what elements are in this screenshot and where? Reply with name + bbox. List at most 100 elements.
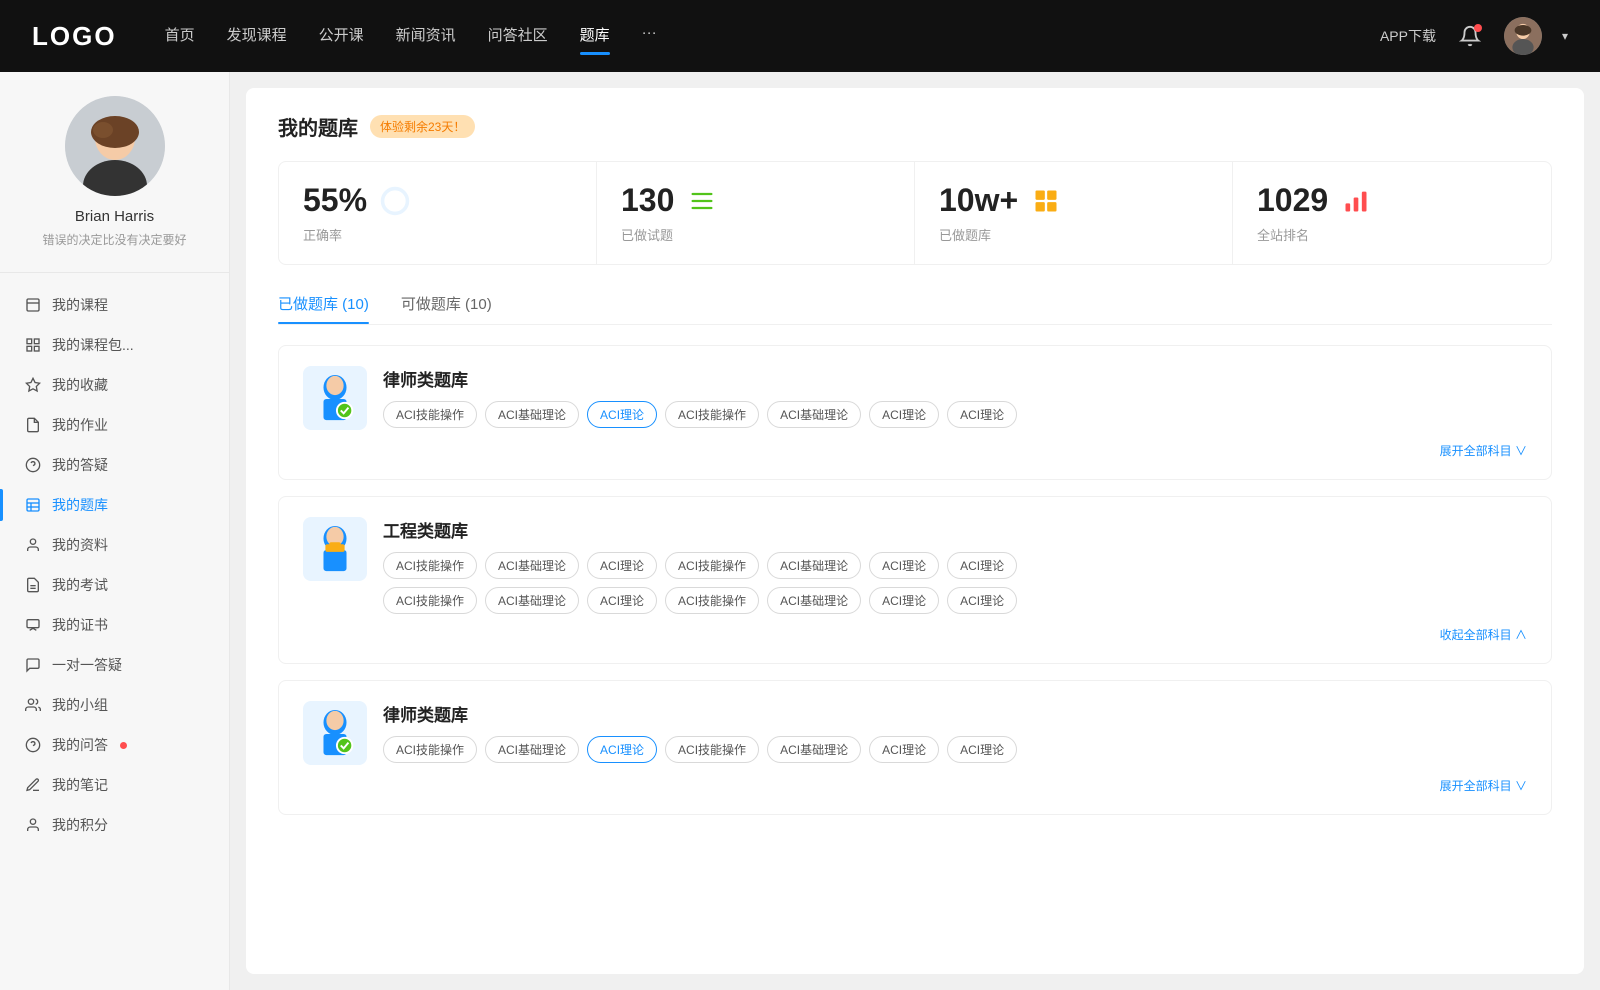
- qbank-tag[interactable]: ACI理论: [869, 587, 939, 614]
- menu-icon: [24, 696, 42, 714]
- menu-item-label: 我的题库: [52, 495, 108, 515]
- qbank-tag[interactable]: ACI理论: [947, 736, 1017, 763]
- qbank-card: 律师类题库ACI技能操作ACI基础理论ACI理论ACI技能操作ACI基础理论AC…: [278, 680, 1552, 815]
- menu-item-label: 我的考试: [52, 575, 108, 595]
- tab-item[interactable]: 已做题库 (10): [278, 293, 369, 324]
- qbank-name: 工程类题库: [383, 517, 1527, 542]
- page-title-row: 我的题库 体验剩余23天！: [278, 112, 1552, 141]
- qbank-tag[interactable]: ACI理论: [587, 552, 657, 579]
- user-menu-chevron[interactable]: ▾: [1562, 29, 1568, 43]
- menu-icon: [24, 296, 42, 314]
- qbank-tag[interactable]: ACI技能操作: [665, 401, 759, 428]
- sidebar-menu-item[interactable]: 我的课程: [0, 285, 229, 325]
- stat-icon: [377, 183, 413, 219]
- qbank-expand[interactable]: 展开全部科目 ∨: [303, 442, 1527, 459]
- menu-icon: [24, 736, 42, 754]
- qbank-tag[interactable]: ACI基础理论: [767, 587, 861, 614]
- qbank-tag[interactable]: ACI理论: [947, 587, 1017, 614]
- sidebar-menu-item[interactable]: 我的收藏: [0, 365, 229, 405]
- qbank-icon: [303, 366, 367, 430]
- stat-card: 10w+已做题库: [915, 162, 1233, 264]
- qbank-tag[interactable]: ACI基础理论: [485, 552, 579, 579]
- navbar-nav-item[interactable]: 问答社区: [488, 24, 548, 49]
- qbank-tag[interactable]: ACI理论: [869, 552, 939, 579]
- qbank-tag[interactable]: ACI理论: [947, 401, 1017, 428]
- menu-icon: [24, 416, 42, 434]
- sidebar-menu-item[interactable]: 我的小组: [0, 685, 229, 725]
- page-title: 我的题库: [278, 112, 358, 141]
- navbar-nav-item[interactable]: 公开课: [319, 24, 364, 49]
- menu-item-label: 我的课程: [52, 295, 108, 315]
- stat-value: 130: [621, 182, 674, 219]
- navbar-nav-item[interactable]: 首页: [165, 24, 195, 49]
- qbank-expand[interactable]: 展开全部科目 ∨: [303, 777, 1527, 794]
- qbank-name: 律师类题库: [383, 366, 1527, 391]
- tabs-row: 已做题库 (10) 可做题库 (10): [278, 293, 1552, 325]
- sidebar-menu: 我的课程我的课程包... 我的收藏我的作业我的答疑我的题库我的资料我的考试我的证书…: [0, 285, 229, 845]
- sidebar-profile: Brian Harris 错误的决定比没有决定要好: [0, 96, 229, 273]
- qbank-tag[interactable]: ACI理论: [869, 401, 939, 428]
- qbank-tags: ACI技能操作 ACI基础理论 ACI理论 ACI技能操作 ACI基础理论 ACI理论 AC…: [383, 401, 1527, 428]
- qbank-tag[interactable]: ACI理论: [947, 552, 1017, 579]
- app-download-link[interactable]: APP下载: [1380, 26, 1436, 46]
- profile-motto: 错误的决定比没有决定要好: [42, 231, 186, 248]
- menu-item-dot: [120, 742, 127, 749]
- navbar-nav-item[interactable]: 发现课程: [227, 24, 287, 49]
- qbank-tag[interactable]: ACI基础理论: [767, 552, 861, 579]
- stat-value: 55%: [303, 182, 367, 219]
- menu-icon: [24, 576, 42, 594]
- sidebar-menu-item[interactable]: 我的资料: [0, 525, 229, 565]
- qbank-tag[interactable]: ACI基础理论: [485, 587, 579, 614]
- tab-item[interactable]: 可做题库 (10): [401, 293, 492, 324]
- qbank-tag[interactable]: ACI理论: [587, 736, 657, 763]
- qbank-tag[interactable]: ACI技能操作: [383, 587, 477, 614]
- sidebar-menu-item[interactable]: 我的问答: [0, 725, 229, 765]
- qbank-tag[interactable]: ACI技能操作: [665, 736, 759, 763]
- qbank-tag[interactable]: ACI技能操作: [383, 736, 477, 763]
- menu-item-label: 我的答疑: [52, 455, 108, 475]
- qbank-tag[interactable]: ACI理论: [869, 736, 939, 763]
- sidebar-menu-item[interactable]: 我的题库: [0, 485, 229, 525]
- menu-item-label: 我的小组: [52, 695, 108, 715]
- menu-item-label: 一对一答疑: [52, 655, 122, 675]
- qbank-card: 工程类题库ACI技能操作ACI基础理论ACI理论ACI技能操作ACI基础理论AC…: [278, 496, 1552, 664]
- sidebar-menu-item[interactable]: 一对一答疑: [0, 645, 229, 685]
- sidebar-menu-item[interactable]: 我的答疑: [0, 445, 229, 485]
- notification-bell[interactable]: [1456, 22, 1484, 50]
- qbank-expand[interactable]: 收起全部科目 ∧: [303, 626, 1527, 643]
- main-layout: Brian Harris 错误的决定比没有决定要好 我的课程我的课程包...我的…: [0, 72, 1600, 990]
- qbank-tag[interactable]: ACI基础理论: [485, 401, 579, 428]
- menu-item-label: 我的问答: [52, 735, 108, 755]
- navbar-nav-item[interactable]: 新闻资讯: [396, 24, 456, 49]
- navbar-right: APP下载 ▾: [1380, 17, 1568, 55]
- navbar-nav-item[interactable]: 题库: [580, 24, 610, 49]
- sidebar-menu-item[interactable]: 我的证书: [0, 605, 229, 645]
- stat-card: 1029全站排名: [1233, 162, 1551, 264]
- navbar-nav-item[interactable]: ···: [642, 24, 657, 49]
- sidebar-menu-item[interactable]: 我的作业: [0, 405, 229, 445]
- qbank-tag[interactable]: ACI基础理论: [767, 736, 861, 763]
- qbank-tag[interactable]: ACI基础理论: [485, 736, 579, 763]
- navbar-nav: 首页 发现课程 公开课 新闻资讯 问答社区 题库 ···: [165, 24, 1380, 49]
- qbank-tags: ACI技能操作 ACI基础理论 ACI理论 ACI技能操作 ACI基础理论 ACI理论 AC…: [383, 552, 1527, 579]
- qbank-tag[interactable]: ACI技能操作: [665, 587, 759, 614]
- avatar[interactable]: [1504, 17, 1542, 55]
- qbank-tag[interactable]: ACI基础理论: [767, 401, 861, 428]
- menu-item-label: 我的收藏: [52, 375, 108, 395]
- qbank-name: 律师类题库: [383, 701, 1527, 726]
- qbank-tag[interactable]: ACI理论: [587, 587, 657, 614]
- qbank-tag[interactable]: ACI技能操作: [665, 552, 759, 579]
- qbank-tag[interactable]: ACI技能操作: [383, 552, 477, 579]
- stats-row: 55% 正确率130已做试题10w+已做题库1029全站排名: [278, 161, 1552, 265]
- main-content: 我的题库 体验剩余23天！ 55% 正确率130已做试题10w+已做题库1029…: [246, 88, 1584, 974]
- qbank-tag[interactable]: ACI理论: [587, 401, 657, 428]
- stat-icon: [1028, 183, 1064, 219]
- qbank-tag[interactable]: ACI技能操作: [383, 401, 477, 428]
- stat-card: 55% 正确率: [279, 162, 597, 264]
- sidebar-menu-item[interactable]: 我的积分: [0, 805, 229, 845]
- qbank-tags: ACI技能操作 ACI基础理论 ACI理论 ACI技能操作 ACI基础理论 ACI理论 AC…: [383, 736, 1527, 763]
- sidebar-menu-item[interactable]: 我的考试: [0, 565, 229, 605]
- sidebar-menu-item[interactable]: 我的课程包...: [0, 325, 229, 365]
- qbank-icon: [303, 701, 367, 765]
- sidebar-menu-item[interactable]: 我的笔记: [0, 765, 229, 805]
